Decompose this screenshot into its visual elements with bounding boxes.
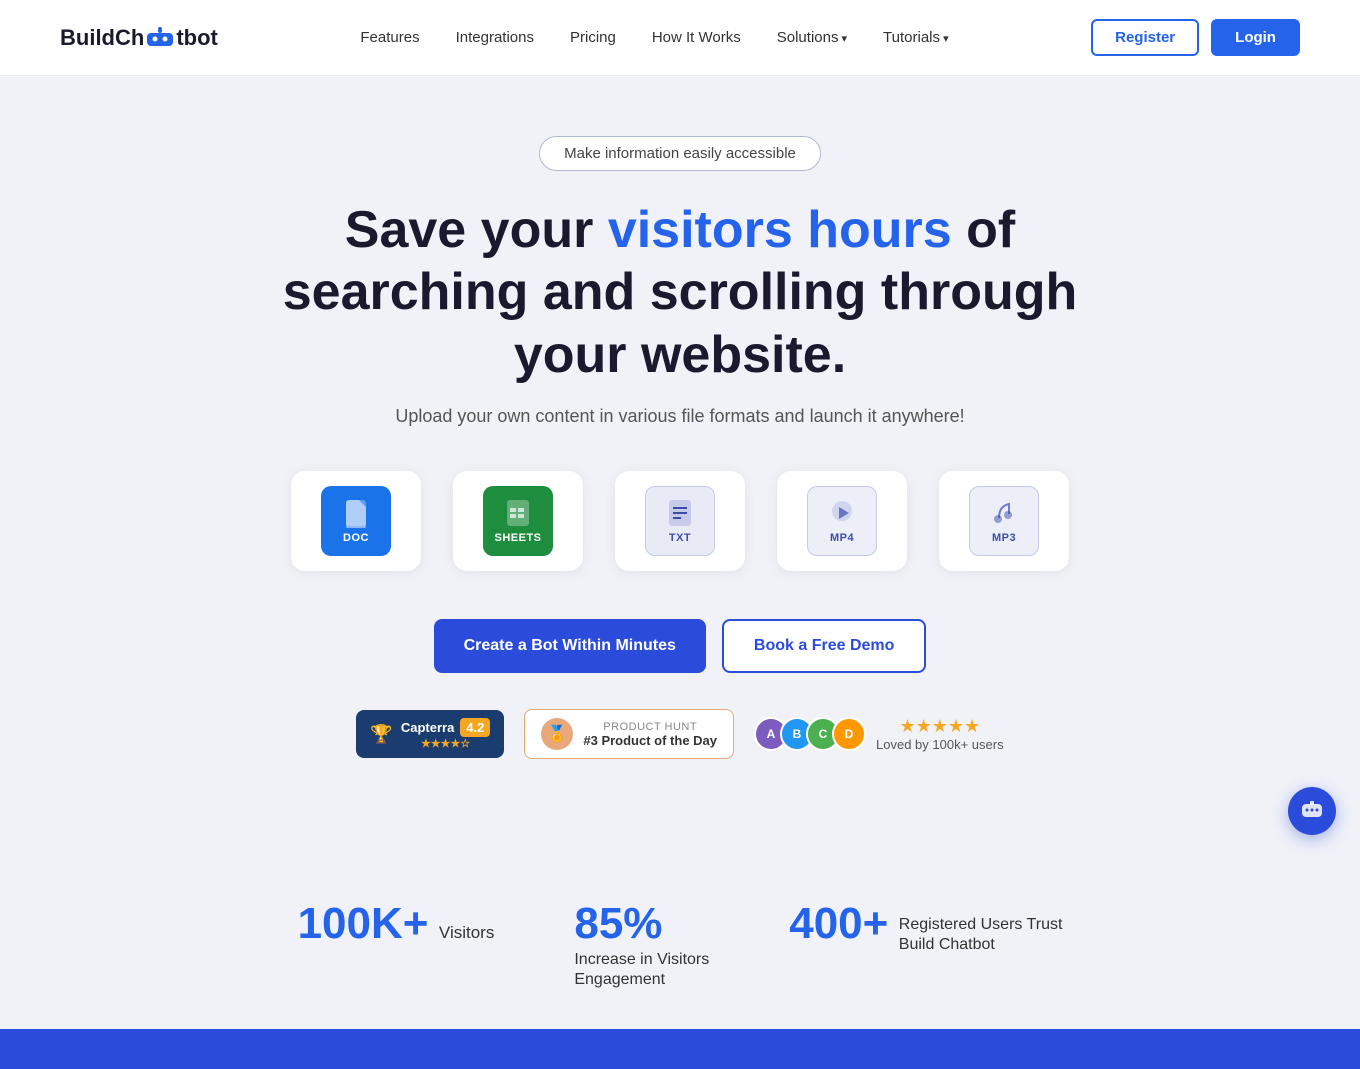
navbar: BuildCh tbot Features Integrations Prici… [0,0,1360,76]
stat-engagement-number: 85% [574,899,662,948]
ph-title: #3 Product of the Day [583,733,717,748]
nav-item-integrations[interactable]: Integrations [456,29,534,47]
register-button[interactable]: Register [1091,19,1199,56]
nav-item-tutorials[interactable]: Tutorials [883,29,949,47]
file-icon-sheets: SHEETS [453,471,583,571]
create-bot-button[interactable]: Create a Bot Within Minutes [434,619,706,673]
capterra-badge: 🏆 Capterra 4.2 ★★★★☆ [356,710,504,758]
nav-item-howitworks[interactable]: How It Works [652,29,741,47]
ph-type-label: PRODUCT HUNT [583,721,717,733]
stat-engagement-label1: Increase in Visitors [574,951,709,969]
doc-label: DOC [343,532,369,544]
cta-row: Create a Bot Within Minutes Book a Free … [40,619,1320,673]
capterra-name: Capterra [401,720,454,735]
avatar-stack: A B C D [754,717,866,751]
file-icon-doc: DOC [291,471,421,571]
hero-title-part1: Save your [345,201,608,259]
hero-section: Make information easily accessible Save … [0,76,1360,859]
stat-users-label1: Registered Users Trust [899,916,1063,934]
stat-engagement-label2: Engagement [574,971,709,989]
hero-subtitle: Upload your own content in various file … [40,406,1320,427]
loved-text: Loved by 100k+ users [876,737,1004,752]
capterra-score: 4.2 [460,718,490,737]
chat-widget-button[interactable] [1288,787,1336,835]
book-demo-button[interactable]: Book a Free Demo [722,619,926,673]
mp3-label: MP3 [992,532,1016,544]
producthunt-badge: 🏅 PRODUCT HUNT #3 Product of the Day [524,709,734,759]
stat-users: 400+ Registered Users Trust Build Chatbo… [789,899,1062,989]
mp4-label: MP4 [830,532,854,544]
capterra-icon: 🏆 [370,724,392,745]
loved-stars: ★★★★★ [876,716,1004,737]
logo-bot-icon [146,27,174,49]
file-icons-row: DOC SHEETS [40,471,1320,571]
file-icon-txt: TXT [615,471,745,571]
stats-row: 100K+ Visitors 85% Increase in Visitors … [0,859,1360,1029]
file-icon-mp3: MP3 [939,471,1069,571]
social-proof-row: 🏆 Capterra 4.2 ★★★★☆ 🏅 PRODUCT HUNT #3 P… [40,709,1320,759]
stat-engagement: 85% Increase in Visitors Engagement [574,899,709,989]
stat-visitors-number: 100K+ [298,899,429,948]
logo-text-after: tbot [176,25,218,51]
nav-item-features[interactable]: Features [360,29,419,47]
stat-visitors: 100K+ Visitors [298,899,495,989]
nav-item-pricing[interactable]: Pricing [570,29,616,47]
stat-users-label2: Build Chatbot [899,936,1063,954]
nav-actions: Register Login [1091,19,1300,56]
stat-users-number: 400+ [789,899,888,948]
nav-item-solutions[interactable]: Solutions [777,29,847,47]
bottom-bar [0,1029,1360,1069]
avatar-4: D [832,717,866,751]
logo-text-before: BuildCh [60,25,144,51]
txt-label: TXT [669,532,691,544]
login-button[interactable]: Login [1211,19,1300,56]
capterra-stars: ★★★★☆ [401,737,491,750]
hero-title: Save your visitors hours of searching an… [250,199,1110,386]
file-icon-mp4: MP4 [777,471,907,571]
stat-visitors-label: Visitors [439,923,494,942]
ph-medal-icon: 🏅 [541,718,573,750]
sheets-label: SHEETS [494,532,541,544]
hero-title-highlight: visitors hours [608,201,952,259]
hero-badge: Make information easily accessible [539,136,821,171]
nav-links: Features Integrations Pricing How It Wor… [360,29,948,47]
loved-badge: A B C D ★★★★★ Loved by 100k+ users [754,716,1004,752]
logo[interactable]: BuildCh tbot [60,25,218,51]
